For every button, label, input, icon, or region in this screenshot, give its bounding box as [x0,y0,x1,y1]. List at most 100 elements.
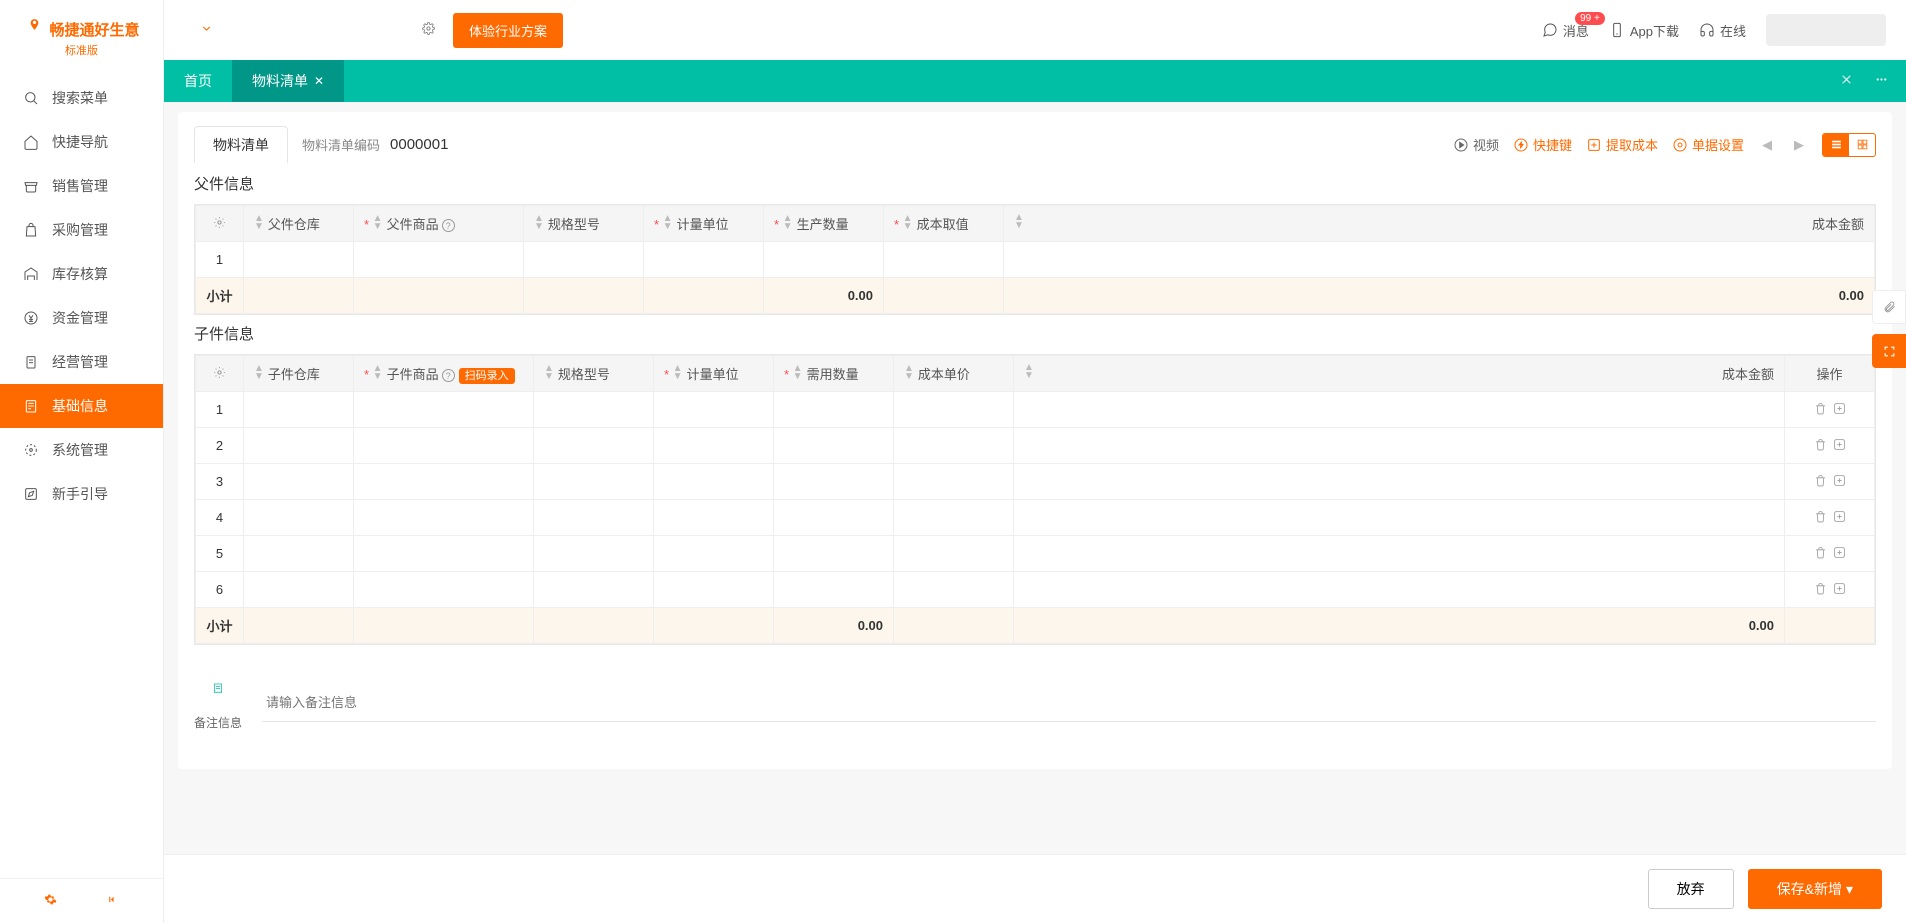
delete-row-icon[interactable] [1814,439,1827,454]
add-row-icon[interactable] [1833,475,1846,490]
add-row-icon[interactable] [1833,403,1846,418]
messages-badge: 99 + [1575,12,1605,25]
cta-experience-button[interactable]: 体验行业方案 [453,13,563,48]
chevron-down-icon [200,22,213,38]
child-col-price[interactable]: ▲▼成本单价 [894,356,1014,392]
child-col-unit[interactable]: ▲▼计量单位 [654,356,774,392]
sidebar-item-1[interactable]: 快捷导航 [0,120,163,164]
add-row-icon[interactable] [1833,439,1846,454]
sidebar-item-label: 搜索菜单 [52,88,108,108]
table-row[interactable]: 6 [196,572,1875,608]
fullscreen-icon[interactable] [1872,334,1906,368]
tab-more-icon[interactable] [1867,69,1896,93]
tab-home[interactable]: 首页 [164,60,232,102]
page-header: 物料清单 物料清单编码 0000001 视频 快捷键 提取成本 单据设置 ◀ ▶ [194,126,1876,163]
parent-section-title: 父件信息 [194,173,1876,194]
sidebar-footer [0,878,163,923]
sidebar: 畅捷通好生意 标准版 搜索菜单快捷导航销售管理采购管理库存核算资金管理经营管理基… [0,0,164,923]
remark-section: 备注信息 [194,663,1876,755]
delete-row-icon[interactable] [1814,547,1827,562]
parent-col-product[interactable]: ▲▼父件商品? [354,206,524,242]
info-icon[interactable]: ? [442,219,455,232]
remark-input[interactable] [262,682,1876,722]
child-col-spec[interactable]: ▲▼规格型号 [534,356,654,392]
sidebar-item-4[interactable]: 库存核算 [0,252,163,296]
home-icon [22,133,40,151]
content: 物料清单 物料清单编码 0000001 视频 快捷键 提取成本 单据设置 ◀ ▶ [164,102,1906,854]
view-grid-icon[interactable] [1849,134,1875,156]
child-col-ops: 操作 [1785,356,1875,392]
child-col-warehouse[interactable]: ▲▼子件仓库 [244,356,354,392]
sidebar-item-5[interactable]: 资金管理 [0,296,163,340]
sidebar-item-8[interactable]: 系统管理 [0,428,163,472]
extract-cost-button[interactable]: 提取成本 [1586,135,1658,154]
table-row[interactable]: 4 [196,500,1875,536]
collapse-sidebar-icon[interactable] [106,893,119,909]
parent-col-costsrc[interactable]: ▲▼成本取值 [884,206,1004,242]
sidebar-item-2[interactable]: 销售管理 [0,164,163,208]
view-list-icon[interactable] [1823,134,1849,156]
messages-button[interactable]: 消息 99 + [1542,21,1589,40]
brand-edition: 标准版 [12,42,151,58]
online-support-button[interactable]: 在线 [1699,21,1746,40]
table-row[interactable]: 1 [196,392,1875,428]
scan-input-tag[interactable]: 扫码录入 [459,368,515,384]
parent-col-gear[interactable] [196,206,244,242]
sidebar-item-3[interactable]: 采购管理 [0,208,163,252]
sidebar-item-7[interactable]: 基础信息 [0,384,163,428]
delete-row-icon[interactable] [1814,583,1827,598]
child-subtotal-amt: 0.00 [1014,608,1785,644]
sidebar-item-9[interactable]: 新手引导 [0,472,163,516]
table-row[interactable]: 1 [196,242,1875,278]
child-section-title: 子件信息 [194,323,1876,344]
add-row-icon[interactable] [1833,583,1846,598]
org-selector[interactable] [184,18,404,42]
delete-row-icon[interactable] [1814,475,1827,490]
online-label: 在线 [1720,21,1746,40]
doc-setting-button[interactable]: 单据设置 [1672,135,1744,154]
video-button[interactable]: 视频 [1453,135,1499,154]
parent-col-spec[interactable]: ▲▼规格型号 [524,206,644,242]
table-row[interactable]: 2 [196,428,1875,464]
delete-row-icon[interactable] [1814,511,1827,526]
sidebar-item-label: 新手引导 [52,484,108,504]
close-icon[interactable]: ✕ [314,74,324,88]
page-title-tab: 物料清单 [194,126,288,163]
child-col-gear[interactable] [196,356,244,392]
parent-col-unit[interactable]: ▲▼计量单位 [644,206,764,242]
warehouse-icon [22,265,40,283]
parent-table: ▲▼父件仓库 ▲▼父件商品? ▲▼规格型号 ▲▼计量单位 ▲▼生产数量 ▲▼成本… [195,205,1875,314]
child-col-costamt[interactable]: ▲▼成本金额 [1014,356,1785,392]
tab-material-list[interactable]: 物料清单 ✕ [232,60,344,102]
discard-button[interactable]: 放弃 [1648,869,1734,909]
settings-icon[interactable] [44,893,57,909]
tab-close-all-icon[interactable] [1832,69,1861,93]
topbar: 体验行业方案 消息 99 + App下载 在线 [164,0,1906,60]
org-settings-icon[interactable] [418,18,439,42]
table-row[interactable]: 3 [196,464,1875,500]
user-avatar[interactable] [1766,14,1886,46]
parent-col-warehouse[interactable]: ▲▼父件仓库 [244,206,354,242]
info-icon[interactable]: ? [442,369,455,382]
delete-row-icon[interactable] [1814,403,1827,418]
parent-col-qty[interactable]: ▲▼生产数量 [764,206,884,242]
sidebar-item-6[interactable]: 经营管理 [0,340,163,384]
sidebar-item-label: 采购管理 [52,220,108,240]
app-download-button[interactable]: App下载 [1609,21,1679,40]
sidebar-item-label: 销售管理 [52,176,108,196]
tabbar: 首页 物料清单 ✕ [164,60,1906,102]
attachment-icon[interactable] [1872,290,1906,324]
next-doc-icon[interactable]: ▶ [1790,135,1808,155]
prev-doc-icon[interactable]: ◀ [1758,135,1776,155]
shortcut-button[interactable]: 快捷键 [1513,135,1572,154]
add-row-icon[interactable] [1833,511,1846,526]
save-new-button[interactable]: 保存&新增▾ [1748,869,1882,909]
table-row[interactable]: 5 [196,536,1875,572]
child-col-qty[interactable]: ▲▼需用数量 [774,356,894,392]
sidebar-item-0[interactable]: 搜索菜单 [0,76,163,120]
child-col-product[interactable]: ▲▼子件商品?扫码录入 [354,356,534,392]
clipboard-icon [22,353,40,371]
logo-area: 畅捷通好生意 标准版 [0,0,163,66]
add-row-icon[interactable] [1833,547,1846,562]
parent-col-costamt[interactable]: ▲▼成本金额 [1004,206,1875,242]
